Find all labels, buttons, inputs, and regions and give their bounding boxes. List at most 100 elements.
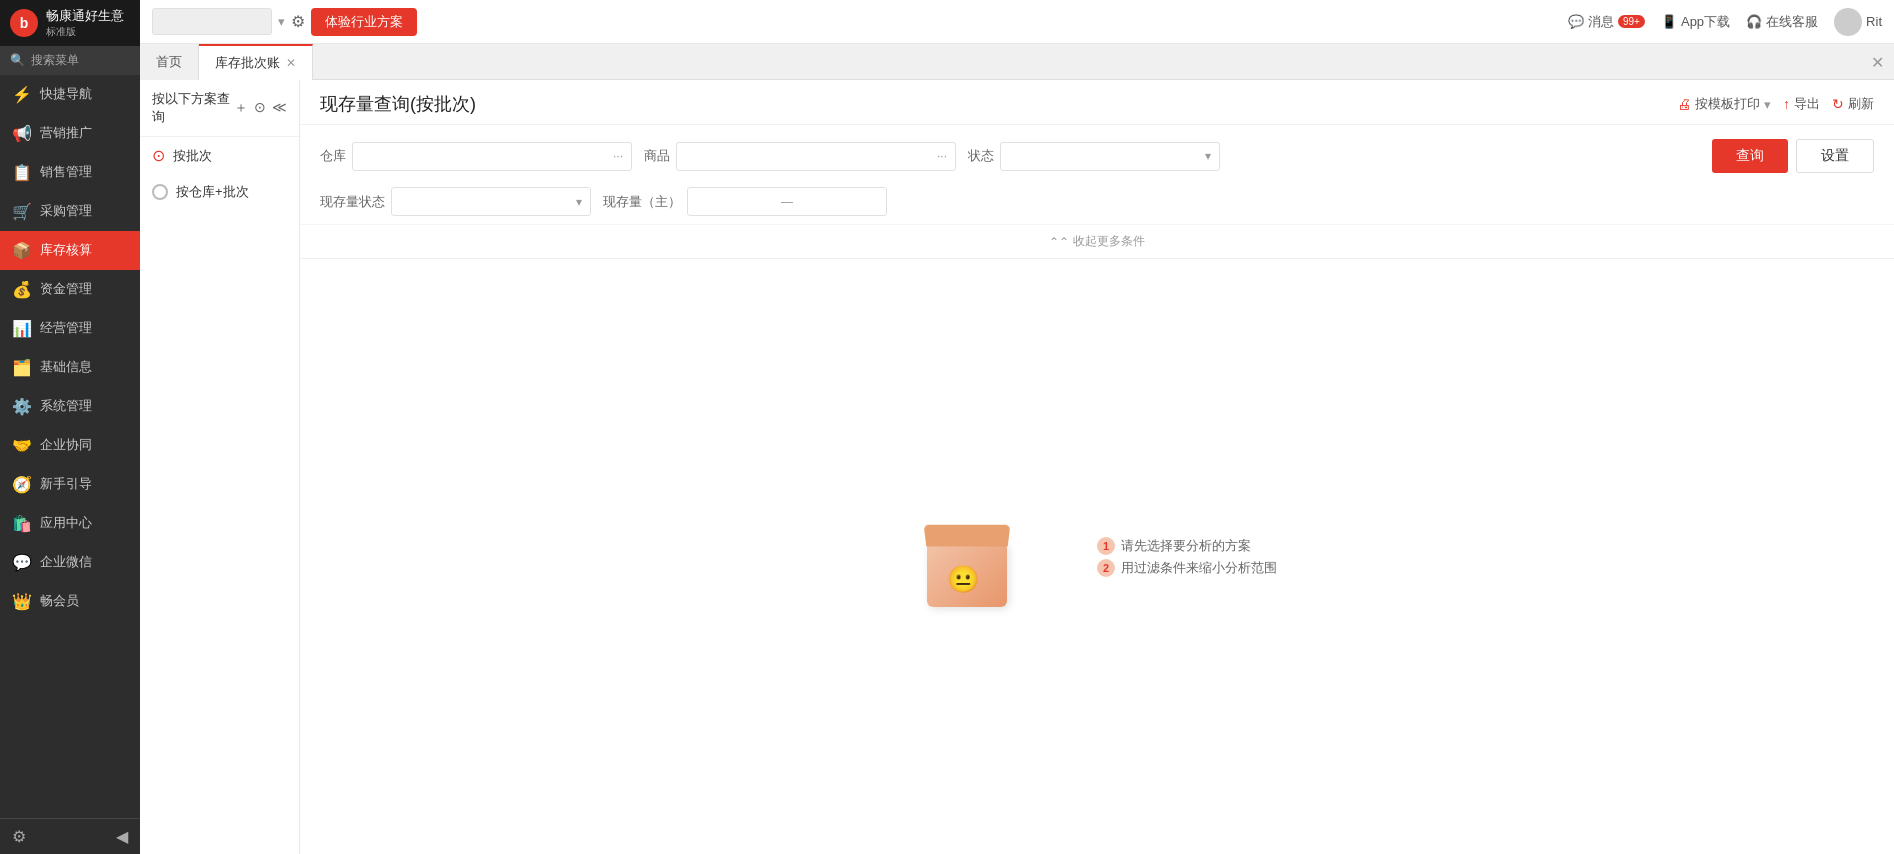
search-icon: 🔍: [10, 53, 25, 67]
stock-status-field: 现存量状态 ▾: [320, 187, 591, 216]
page-title: 现存量查询(按批次): [320, 92, 476, 116]
empty-tip-2: 2 用过滤条件来缩小分析范围: [1097, 559, 1277, 577]
sidebar-item-sales[interactable]: 📋 销售管理: [0, 153, 140, 192]
user-profile-btn[interactable]: Rit: [1834, 8, 1882, 36]
guide-icon: 🧭: [12, 475, 32, 494]
empty-tip-1: 1 请先选择要分析的方案: [1097, 537, 1277, 555]
user-avatar: [1834, 8, 1862, 36]
member-icon: 👑: [12, 592, 32, 611]
settings-icon[interactable]: ⚙: [12, 827, 26, 846]
messages-btn[interactable]: 💬 消息 99+: [1568, 13, 1645, 31]
add-scheme-icon[interactable]: ＋: [234, 99, 248, 117]
filter-item-warehouse-batch[interactable]: 按仓库+批次: [140, 174, 299, 210]
box-lid: [924, 524, 1011, 546]
export-btn[interactable]: ↑ 导出: [1783, 95, 1820, 113]
headset-icon: 🎧: [1746, 14, 1762, 29]
export-icon: ↑: [1783, 96, 1790, 112]
tab-home[interactable]: 首页: [140, 44, 199, 80]
warehouse-more-icon[interactable]: ···: [613, 149, 623, 163]
stock-qty-field: 现存量（主） —: [603, 187, 887, 216]
sidebar-item-wechat[interactable]: 💬 企业微信: [0, 543, 140, 582]
box-face: 😐: [947, 566, 979, 592]
sidebar-item-operation[interactable]: 📊 经营管理: [0, 309, 140, 348]
query-area: 现存量查询(按批次) 🖨 按模板打印 ▾ ↑ 导出 ↻ 刷新: [300, 80, 1894, 854]
sidebar-search[interactable]: 🔍 搜索菜单: [0, 46, 140, 75]
print-icon: 🖨: [1677, 96, 1691, 112]
print-btn[interactable]: 🖨 按模板打印 ▾: [1677, 95, 1771, 113]
sidebar-item-member[interactable]: 👑 畅会员: [0, 582, 140, 621]
quick-nav-icon: ⚡: [12, 85, 32, 104]
topbar-search-box: [152, 8, 272, 35]
topbar-dropdown-icon[interactable]: ▾: [278, 14, 285, 29]
tab-close-icon[interactable]: ✕: [286, 56, 296, 70]
status-field: 状态 ▾: [968, 142, 1220, 171]
status-dropdown-icon: ▾: [1205, 149, 1211, 163]
warehouse-input[interactable]: ···: [352, 142, 632, 171]
filter-panel: 按以下方案查询 ＋ ⊙ ≪ ⊙ 按批次 按仓库+批次: [140, 80, 300, 854]
page-content: 按以下方案查询 ＋ ⊙ ≪ ⊙ 按批次 按仓库+批次 现存量查询(按批次): [140, 80, 1894, 854]
phone-icon: 📱: [1661, 14, 1677, 29]
collapse-sidebar-icon[interactable]: ◀: [116, 827, 128, 846]
filter-item-batch[interactable]: ⊙ 按批次: [140, 137, 299, 174]
sidebar-item-guide[interactable]: 🧭 新手引导: [0, 465, 140, 504]
purchase-icon: 🛒: [12, 202, 32, 221]
sidebar-nav: ⚡ 快捷导航 📢 营销推广 📋 销售管理 🛒 采购管理 📦 库存核算 💰 资金管…: [0, 75, 140, 818]
sidebar-item-marketing[interactable]: 📢 营销推广: [0, 114, 140, 153]
sales-icon: 📋: [12, 163, 32, 182]
batch-active-icon: ⊙: [152, 146, 165, 165]
sidebar-item-basic[interactable]: 🗂️ 基础信息: [0, 348, 140, 387]
sidebar-item-system[interactable]: ⚙️ 系统管理: [0, 387, 140, 426]
inventory-icon: 📦: [12, 241, 32, 260]
sidebar-item-appstore[interactable]: 🛍️ 应用中心: [0, 504, 140, 543]
sidebar-item-purchase[interactable]: 🛒 采购管理: [0, 192, 140, 231]
topbar-gear-icon[interactable]: ⚙: [291, 12, 305, 31]
warehouse-field: 仓库 ···: [320, 142, 632, 171]
app-download-btn[interactable]: 📱 App下载: [1661, 13, 1730, 31]
refresh-btn[interactable]: ↻ 刷新: [1832, 95, 1874, 113]
wechat-icon: 💬: [12, 553, 32, 572]
tab-batch-account[interactable]: 库存批次账 ✕: [199, 44, 313, 80]
page-title-actions: 🖨 按模板打印 ▾ ↑ 导出 ↻ 刷新: [1677, 95, 1874, 113]
close-all-tabs-btn[interactable]: ✕: [1871, 52, 1884, 71]
query-btn[interactable]: 查询: [1712, 139, 1788, 173]
collapse-bar[interactable]: ⌃⌃ 收起更多条件: [300, 224, 1894, 258]
scheme-settings-icon[interactable]: ⊙: [254, 99, 266, 117]
page-title-bar: 现存量查询(按批次) 🖨 按模板打印 ▾ ↑ 导出 ↻ 刷新: [300, 80, 1894, 125]
experience-btn[interactable]: 体验行业方案: [311, 8, 417, 36]
marketing-icon: 📢: [12, 124, 32, 143]
app-logo: b: [10, 9, 38, 37]
sidebar-item-enterprise[interactable]: 🤝 企业协同: [0, 426, 140, 465]
stock-qty-input[interactable]: —: [687, 187, 887, 216]
query-buttons: 查询 设置: [1712, 139, 1874, 173]
collapse-panel-icon[interactable]: ≪: [272, 99, 287, 117]
goods-field: 商品 ···: [644, 142, 956, 171]
batch-inactive-icon: [152, 184, 168, 200]
basic-icon: 🗂️: [12, 358, 32, 377]
sidebar: b 畅康通好生意 标准版 🔍 搜索菜单 ⚡ 快捷导航 📢 营销推广 📋 销售管理…: [0, 0, 140, 854]
goods-input[interactable]: ···: [676, 142, 956, 171]
enterprise-icon: 🤝: [12, 436, 32, 455]
setup-btn[interactable]: 设置: [1796, 139, 1874, 173]
sidebar-item-finance[interactable]: 💰 资金管理: [0, 270, 140, 309]
finance-icon: 💰: [12, 280, 32, 299]
print-dropdown-icon[interactable]: ▾: [1764, 97, 1771, 112]
sidebar-bottom: ⚙ ◀: [0, 818, 140, 854]
sidebar-item-inventory[interactable]: 📦 库存核算: [0, 231, 140, 270]
operation-icon: 📊: [12, 319, 32, 338]
online-service-btn[interactable]: 🎧 在线客服: [1746, 13, 1818, 31]
filter-panel-header: 按以下方案查询 ＋ ⊙ ≪: [140, 80, 299, 137]
topbar-left: ▾ ⚙ 体验行业方案: [152, 8, 1560, 36]
system-icon: ⚙️: [12, 397, 32, 416]
stock-status-dropdown-icon: ▾: [576, 195, 582, 209]
sidebar-header: b 畅康通好生意 标准版: [0, 0, 140, 46]
filter-row-1: 仓库 ··· 商品 ··· 状态: [300, 125, 1894, 181]
status-select[interactable]: ▾: [1000, 142, 1220, 171]
topbar: ▾ ⚙ 体验行业方案 💬 消息 99+ 📱 App下载 🎧 在线客服 Rit: [140, 0, 1894, 44]
empty-illustration: 😐: [917, 507, 1037, 607]
message-badge: 99+: [1618, 15, 1645, 28]
stock-status-select[interactable]: ▾: [391, 187, 591, 216]
collapse-up-icon: ⌃⌃: [1049, 235, 1069, 249]
topbar-right: 💬 消息 99+ 📱 App下载 🎧 在线客服 Rit: [1568, 8, 1882, 36]
goods-more-icon[interactable]: ···: [937, 149, 947, 163]
sidebar-item-quick-nav[interactable]: ⚡ 快捷导航: [0, 75, 140, 114]
